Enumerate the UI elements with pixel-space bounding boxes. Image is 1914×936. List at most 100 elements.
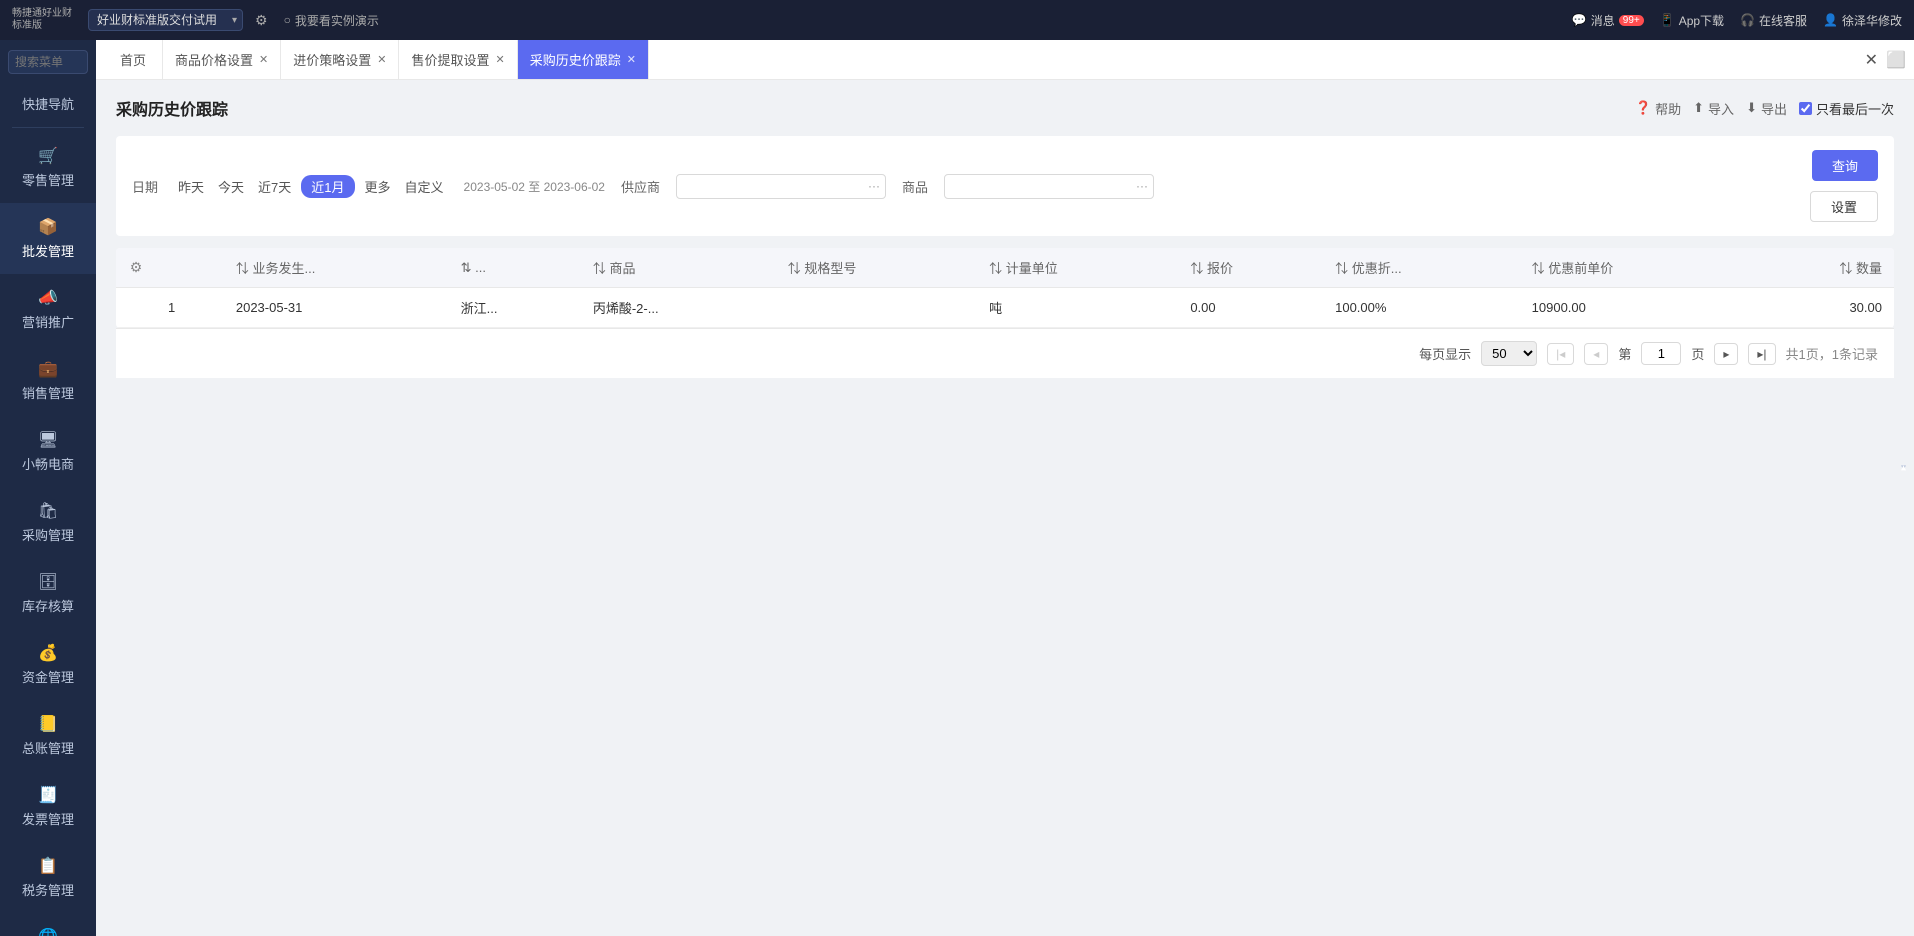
tab-home[interactable]: 首页 xyxy=(104,40,163,79)
search-input[interactable] xyxy=(8,50,88,74)
page-number-input[interactable] xyxy=(1641,342,1681,365)
tab-bar: 首页 商品价格设置 ✕ 进价策略设置 ✕ 售价提取设置 ✕ 采购历史价跟踪 ✕ … xyxy=(96,40,1914,80)
date-btn-today[interactable]: 今天 xyxy=(214,175,248,198)
cell-index: 1 xyxy=(156,288,224,328)
demo-link[interactable]: 我要看实例演示 xyxy=(284,12,379,29)
col-unit: ⇅ 计量单位 xyxy=(977,248,1178,288)
page-next-button[interactable]: ▸ xyxy=(1714,343,1738,365)
date-btn-7days[interactable]: 近7天 xyxy=(254,175,295,198)
col-spec: ⇅ 规格型号 xyxy=(776,248,977,288)
cell-pre-discount-price: 10900.00 xyxy=(1520,288,1750,328)
sidebar-item-marketing[interactable]: 📣 营销推广 xyxy=(0,274,96,345)
tab-close-button[interactable]: ✕ xyxy=(1865,50,1878,70)
tab-price[interactable]: 商品价格设置 ✕ xyxy=(163,40,281,79)
cell-goods: 丙烯酸-2-... xyxy=(581,288,776,328)
ecom-icon: 🌐 xyxy=(38,927,58,936)
page-label-suffix: 页 xyxy=(1691,344,1704,363)
supplier-input[interactable] xyxy=(676,174,886,199)
export-icon: ⬇ xyxy=(1746,100,1757,116)
app-download-button[interactable]: 📱 App下载 xyxy=(1660,12,1724,29)
sidebar-item-ecom-small[interactable]: 🖥 小畅电商 xyxy=(0,416,96,487)
sidebar-item-purchase[interactable]: 🛍 采购管理 xyxy=(0,487,96,558)
page-header: 采购历史价跟踪 ❓ 帮助 ⬆ 导入 ⬇ 导出 xyxy=(116,96,1894,120)
page-prev-button[interactable]: ◂ xyxy=(1584,343,1608,365)
sidebar-item-label-ledger: 总账管理 xyxy=(22,738,74,757)
version-selector[interactable]: 好业财标准版交付试用 xyxy=(88,9,243,31)
table-row: 1 2023-05-31 浙江... 丙烯酸-2-... 吨 0.00 100.… xyxy=(116,288,1894,328)
filter-settings-button[interactable]: 设置 xyxy=(1810,191,1878,222)
supplier-filter-label: 供应商 xyxy=(621,177,660,196)
only-latest-checkbox[interactable] xyxy=(1799,102,1812,115)
messages-button[interactable]: 💬 消息 99+ xyxy=(1572,12,1644,29)
data-table: ⚙ ⇅ 业务发生... ⇅ ... ⇅ 商品 xyxy=(116,248,1894,328)
sidebar-item-tax[interactable]: 📋 税务管理 xyxy=(0,842,96,913)
tab-sale-price-label: 售价提取设置 xyxy=(411,50,489,69)
col-pre-discount-price: ⇅ 优惠前单价 xyxy=(1520,248,1750,288)
col-goods: ⇅ 商品 xyxy=(581,248,776,288)
sidebar-item-finance[interactable]: 💰 资金管理 xyxy=(0,629,96,700)
page-title: 采购历史价跟踪 xyxy=(116,96,228,120)
tab-sale-price-close[interactable]: ✕ xyxy=(496,53,505,66)
tab-history-price-label: 采购历史价跟踪 xyxy=(530,50,621,69)
page-actions: ❓ 帮助 ⬆ 导入 ⬇ 导出 只看最后一次 xyxy=(1635,99,1894,118)
tab-history-price-close[interactable]: ✕ xyxy=(627,53,636,66)
online-service-button[interactable]: 🎧 在线客服 xyxy=(1740,12,1807,29)
version-selector-wrap[interactable]: 好业财标准版交付试用 xyxy=(88,9,243,31)
sidebar-search-wrap[interactable] xyxy=(0,40,96,84)
date-btn-yesterday[interactable]: 昨天 xyxy=(174,175,208,198)
date-btn-custom[interactable]: 自定义 xyxy=(401,175,448,198)
topbar-settings-button[interactable]: ⚙ xyxy=(251,8,272,33)
content-area: 首页 商品价格设置 ✕ 进价策略设置 ✕ 售价提取设置 ✕ 采购历史价跟踪 ✕ … xyxy=(96,40,1914,936)
help-button[interactable]: ❓ 帮助 xyxy=(1635,99,1681,118)
ecom-small-icon: 🖥 xyxy=(38,430,58,450)
col-gear: ⚙ xyxy=(116,248,156,288)
import-icon: ⬆ xyxy=(1693,100,1704,116)
sidebar-item-inventory[interactable]: 🗄 库存核算 xyxy=(0,558,96,629)
page-first-button[interactable]: |◂ xyxy=(1547,343,1574,365)
sidebar-nav-item[interactable]: 快捷导航 xyxy=(0,84,96,123)
import-button[interactable]: ⬆ 导入 xyxy=(1693,99,1734,118)
tab-sale-price[interactable]: 售价提取设置 ✕ xyxy=(399,40,517,79)
cell-unit: 吨 xyxy=(977,288,1178,328)
total-info: 共1页，1条记录 xyxy=(1786,344,1878,363)
sidebar-item-sales[interactable]: 💼 销售管理 xyxy=(0,345,96,416)
tab-history-price[interactable]: 采购历史价跟踪 ✕ xyxy=(518,40,649,79)
sidebar-item-label-tax: 税务管理 xyxy=(22,880,74,899)
tab-price-close[interactable]: ✕ xyxy=(259,53,268,66)
date-btn-more[interactable]: 更多 xyxy=(361,175,395,198)
export-button[interactable]: ⬇ 导出 xyxy=(1746,99,1787,118)
supplier-select-wrap[interactable]: ··· xyxy=(676,174,886,199)
col-more1: ⇅ ... xyxy=(449,248,581,288)
date-btn-1month[interactable]: 近1月 xyxy=(301,175,354,198)
tab-purchase-strategy[interactable]: 进价策略设置 ✕ xyxy=(281,40,399,79)
sidebar-divider xyxy=(12,127,84,128)
sidebar-item-label-retail: 零售管理 xyxy=(22,170,74,189)
goods-input[interactable] xyxy=(944,174,1154,199)
main-layout: 快捷导航 🛒 零售管理 ▾ 📦 批发管理 ▴ 📣 营销推广 💼 销售管理 🖥 小… xyxy=(0,40,1914,936)
date-range-display: 2023-05-02 至 2023-06-02 xyxy=(464,178,605,195)
tab-bar-controls: ✕ ⬜ xyxy=(1865,50,1906,70)
sidebar-item-label-ecom-small: 小畅电商 xyxy=(22,454,74,473)
tax-icon: 📋 xyxy=(38,856,58,876)
sidebar-item-retail[interactable]: 🛒 零售管理 ▾ xyxy=(0,132,96,203)
invoice-icon: 🧾 xyxy=(38,785,58,805)
goods-select-wrap[interactable]: ··· xyxy=(944,174,1154,199)
tab-purchase-strategy-close[interactable]: ✕ xyxy=(377,53,386,66)
topbar-right: 💬 消息 99+ 📱 App下载 🎧 在线客服 👤 徐泽华修改 xyxy=(1572,12,1902,29)
sidebar-item-label-finance: 资金管理 xyxy=(22,667,74,686)
filter-buttons: 查询 设置 xyxy=(1810,150,1878,222)
ledger-icon: 📒 xyxy=(38,714,58,734)
sidebar-item-ledger[interactable]: 📒 总账管理 xyxy=(0,700,96,771)
query-button[interactable]: 查询 xyxy=(1812,150,1878,181)
table-gear-button[interactable]: ⚙ xyxy=(130,259,143,276)
page-size-label: 每页显示 xyxy=(1419,344,1471,363)
user-menu-button[interactable]: 👤 徐泽华修改 xyxy=(1823,12,1902,29)
page-size-select[interactable]: 50 100 200 xyxy=(1481,341,1537,366)
inventory-icon: 🗄 xyxy=(38,572,58,592)
tab-maximize-button[interactable]: ⬜ xyxy=(1886,50,1906,70)
page-last-button[interactable]: ▸| xyxy=(1748,343,1775,365)
sidebar-item-ecom[interactable]: 🌐 电商管理 xyxy=(0,913,96,936)
sidebar-item-wholesale[interactable]: 📦 批发管理 ▴ xyxy=(0,203,96,274)
only-latest-checkbox-label[interactable]: 只看最后一次 xyxy=(1799,99,1894,118)
sidebar-item-invoice[interactable]: 🧾 发票管理 xyxy=(0,771,96,842)
